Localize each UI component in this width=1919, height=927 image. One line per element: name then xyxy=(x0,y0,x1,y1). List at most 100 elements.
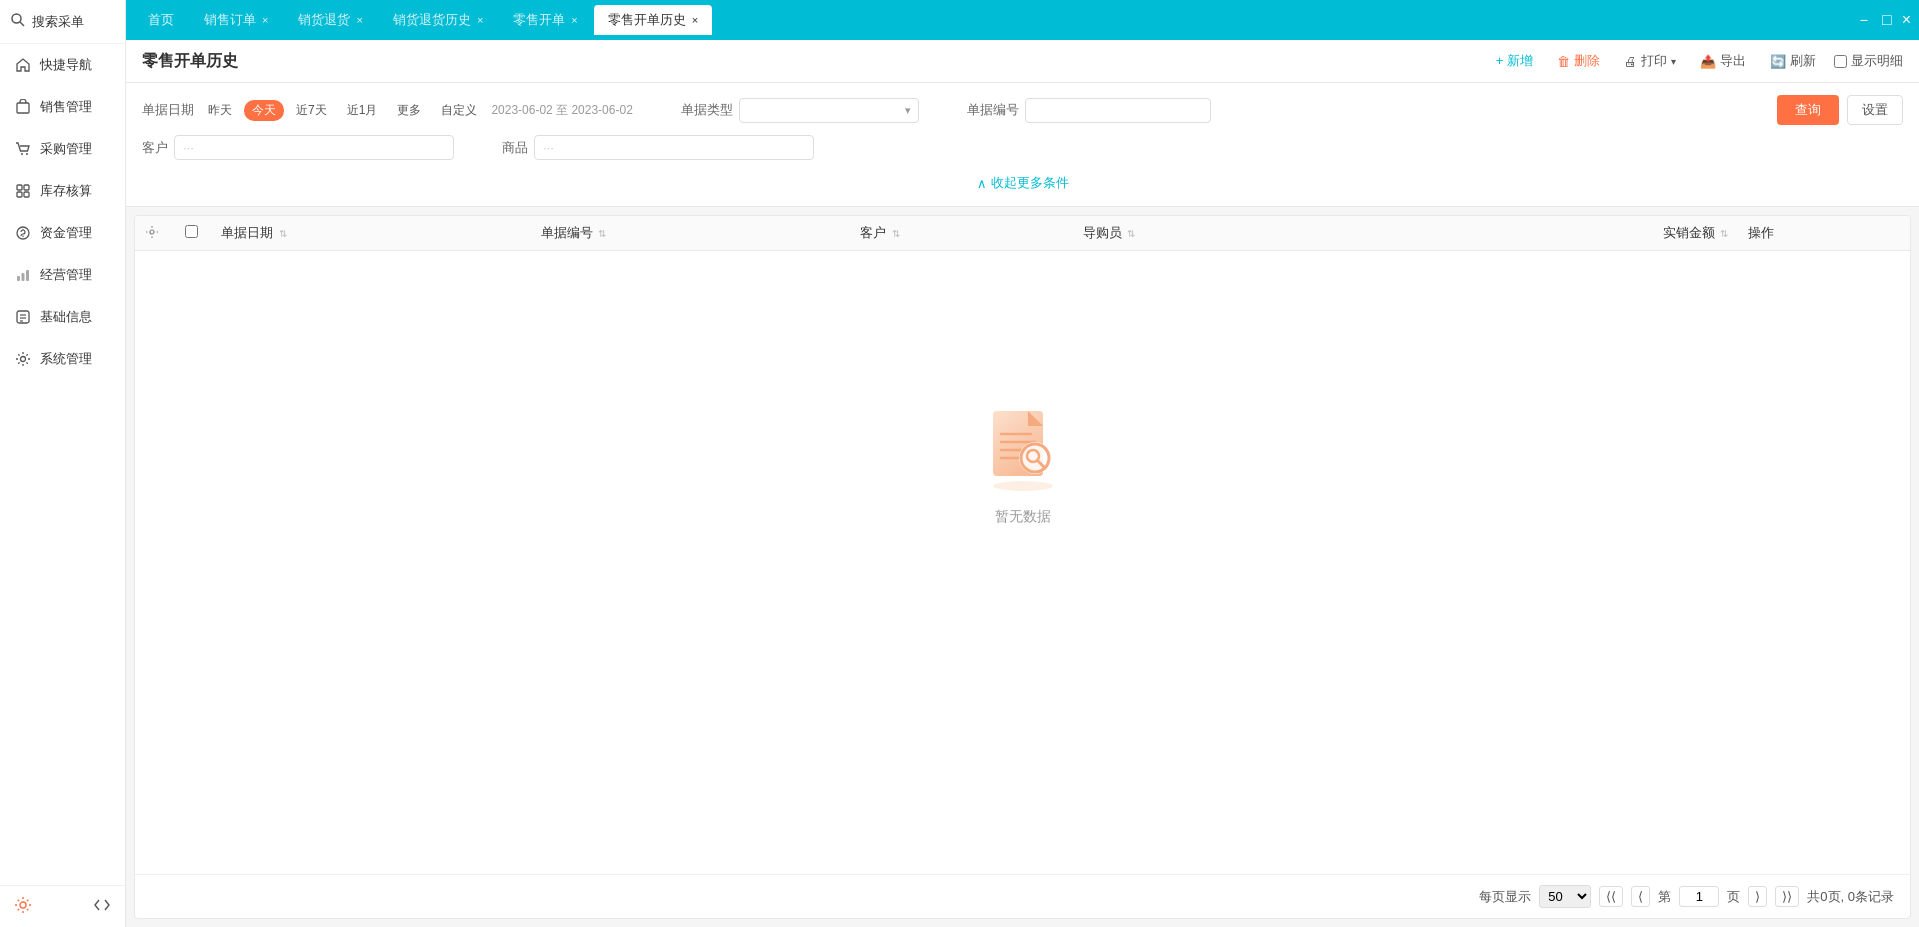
customer-filter-label: 客户 xyxy=(142,139,168,157)
number-input[interactable] xyxy=(1025,98,1211,123)
current-page-input[interactable] xyxy=(1679,886,1719,907)
query-button[interactable]: 查询 xyxy=(1777,95,1839,125)
week-btn[interactable]: 近7天 xyxy=(288,100,335,121)
col-spacer xyxy=(1344,216,1419,251)
customer-input[interactable] xyxy=(174,135,454,160)
type-select-wrap xyxy=(739,98,919,123)
home-icon xyxy=(14,56,32,74)
sales-icon xyxy=(14,98,32,116)
refresh-icon: 🔄 xyxy=(1770,54,1786,69)
print-icon: 🖨 xyxy=(1624,54,1637,69)
tab-close-icon[interactable]: × xyxy=(262,14,268,26)
goods-input[interactable] xyxy=(534,135,814,160)
add-button[interactable]: + 新增 xyxy=(1490,48,1539,74)
maximize-button[interactable]: □ xyxy=(1882,11,1892,29)
show-detail-checkbox-input[interactable] xyxy=(1834,55,1847,68)
type-select[interactable] xyxy=(739,98,919,123)
tab-sales-return[interactable]: 销货退货 × xyxy=(284,5,376,35)
inventory-icon xyxy=(14,182,32,200)
sidebar-item-operation[interactable]: 经营管理 xyxy=(0,254,125,296)
tab-home-label: 首页 xyxy=(148,11,174,29)
col-action: 操作 xyxy=(1738,216,1910,251)
svg-line-1 xyxy=(20,22,24,26)
per-page-select[interactable]: 50 10 20 100 xyxy=(1539,885,1591,908)
tab-retail-open[interactable]: 零售开单 × xyxy=(499,5,591,35)
print-button[interactable]: 🖨 打印 ▾ xyxy=(1618,48,1682,74)
sidebar-item-purchase-mgmt[interactable]: 采购管理 xyxy=(0,128,125,170)
next-page-button[interactable]: ⟩ xyxy=(1748,886,1767,907)
goods-filter-item: 商品 xyxy=(502,135,814,160)
data-table: 单据日期 ⇅ 单据编号 ⇅ 客户 ⇅ 导购员 ⇅ xyxy=(135,216,1910,251)
page-label-pre: 第 xyxy=(1658,888,1671,906)
main-area: 首页 销售订单 × 销货退货 × 销货退货历史 × 零售开单 × 零售开单历史 … xyxy=(126,0,1919,927)
gear-icon[interactable] xyxy=(14,896,32,917)
svg-rect-10 xyxy=(17,276,20,281)
collapse-icon[interactable] xyxy=(93,896,111,917)
sidebar-item-inventory[interactable]: 库存核算 xyxy=(0,170,125,212)
today-btn[interactable]: 今天 xyxy=(244,100,284,121)
sidebar-item-sales-mgmt[interactable]: 销售管理 xyxy=(0,86,125,128)
sidebar-item-label: 采购管理 xyxy=(40,140,92,158)
sort-icon[interactable]: ⇅ xyxy=(892,228,900,239)
sort-icon[interactable]: ⇅ xyxy=(1127,228,1135,239)
close-button[interactable]: × xyxy=(1902,11,1911,29)
chevron-up-icon: ∧ xyxy=(977,176,987,191)
prev-page-button[interactable]: ⟨ xyxy=(1631,886,1650,907)
tab-close-icon[interactable]: × xyxy=(477,14,483,26)
last-page-button[interactable]: ⟩⟩ xyxy=(1775,886,1799,907)
setting-button[interactable]: 设置 xyxy=(1847,95,1903,125)
more-btn[interactable]: 更多 xyxy=(389,100,429,121)
minimize-button[interactable]: － xyxy=(1856,10,1872,31)
sidebar-nav: 快捷导航 销售管理 采购管理 xyxy=(0,44,125,885)
month-btn[interactable]: 近1月 xyxy=(339,100,386,121)
svg-point-4 xyxy=(26,153,28,155)
sidebar-item-label: 系统管理 xyxy=(40,350,92,368)
svg-rect-11 xyxy=(22,273,25,281)
tab-close-icon[interactable]: × xyxy=(571,14,577,26)
custom-btn[interactable]: 自定义 xyxy=(433,100,485,121)
export-button[interactable]: 📤 导出 xyxy=(1694,48,1752,74)
sort-icon[interactable]: ⇅ xyxy=(598,228,606,239)
tab-retail-open-history-label: 零售开单历史 xyxy=(608,11,686,29)
empty-illustration xyxy=(973,396,1073,496)
tab-sales-return-history[interactable]: 销货退货历史 × xyxy=(379,5,497,35)
first-page-button[interactable]: ⟨⟨ xyxy=(1599,886,1623,907)
tab-home[interactable]: 首页 xyxy=(134,5,188,35)
chevron-down-icon: ▾ xyxy=(1671,56,1676,67)
pagination-summary: 共0页, 0条记录 xyxy=(1807,888,1894,906)
delete-button[interactable]: 🗑 删除 xyxy=(1551,48,1606,74)
svg-point-20 xyxy=(993,481,1053,491)
yesterday-btn[interactable]: 昨天 xyxy=(200,100,240,121)
sidebar-search[interactable]: 搜索采单 xyxy=(0,0,125,44)
select-all-checkbox[interactable] xyxy=(185,225,198,238)
sort-icon[interactable]: ⇅ xyxy=(279,228,287,239)
col-number: 单据编号 ⇅ xyxy=(531,216,851,251)
tab-sales-return-label: 销货退货 xyxy=(298,11,350,29)
tab-close-icon[interactable]: × xyxy=(356,14,362,26)
svg-point-28 xyxy=(1019,442,1051,474)
delete-icon: 🗑 xyxy=(1557,54,1570,69)
date-buttons: 昨天 今天 近7天 近1月 更多 自定义 xyxy=(200,100,485,121)
svg-point-0 xyxy=(12,14,21,23)
sidebar-item-quick-nav[interactable]: 快捷导航 xyxy=(0,44,125,86)
purchase-icon xyxy=(14,140,32,158)
collapse-button[interactable]: ∧ 收起更多条件 xyxy=(977,170,1069,200)
tab-close-icon[interactable]: × xyxy=(692,14,698,26)
per-page-label: 每页显示 xyxy=(1479,888,1531,906)
sidebar-item-basic-info[interactable]: 基础信息 xyxy=(0,296,125,338)
refresh-button[interactable]: 🔄 刷新 xyxy=(1764,48,1822,74)
settings-icon[interactable] xyxy=(145,227,159,242)
customer-filter-item: 客户 xyxy=(142,135,454,160)
sort-icon[interactable]: ⇅ xyxy=(1720,228,1728,239)
pagination: 每页显示 50 10 20 100 ⟨⟨ ⟨ 第 页 ⟩ ⟩⟩ 共0页, 0条记… xyxy=(135,874,1910,918)
sidebar-item-label: 经营管理 xyxy=(40,266,92,284)
show-detail-toggle[interactable]: 显示明细 xyxy=(1834,52,1903,70)
tab-retail-open-history[interactable]: 零售开单历史 × xyxy=(594,5,712,35)
sidebar-item-finance[interactable]: 资金管理 xyxy=(0,212,125,254)
filter-area: 单据日期 昨天 今天 近7天 近1月 更多 自定义 2023-06-02 至 2… xyxy=(126,83,1919,207)
system-icon xyxy=(14,350,32,368)
export-icon: 📤 xyxy=(1700,54,1716,69)
tab-sales-order[interactable]: 销售订单 × xyxy=(190,5,282,35)
sidebar-item-sys-mgmt[interactable]: 系统管理 xyxy=(0,338,125,380)
empty-text: 暂无数据 xyxy=(995,508,1051,526)
